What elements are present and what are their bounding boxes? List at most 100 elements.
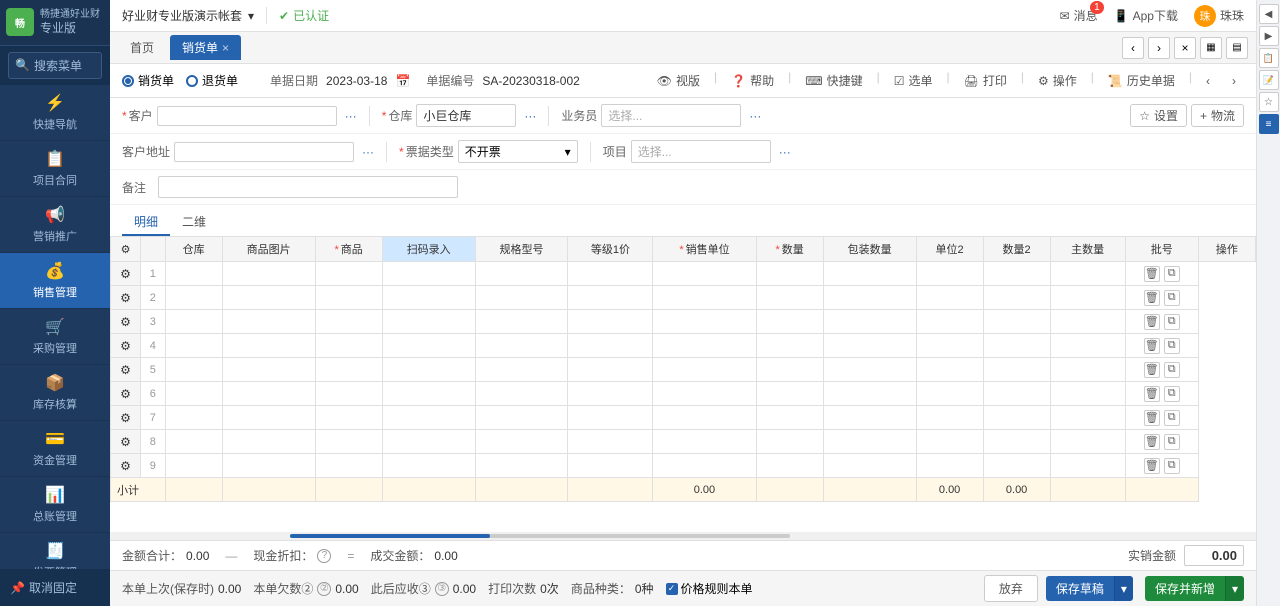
row-delete-button[interactable]: 🗑: [1144, 290, 1160, 306]
cell[interactable]: [823, 262, 916, 286]
cell[interactable]: [1050, 430, 1125, 454]
tab-home[interactable]: 首页: [118, 35, 166, 60]
cell[interactable]: [653, 382, 756, 406]
price-rule-checkbox[interactable]: ✓ 价格规则本单: [666, 580, 753, 597]
cell[interactable]: [165, 310, 222, 334]
cell[interactable]: [756, 382, 823, 406]
cell[interactable]: [756, 454, 823, 478]
setup-button[interactable]: ☆ 设置: [1130, 104, 1187, 127]
cell[interactable]: [653, 286, 756, 310]
cell[interactable]: [165, 406, 222, 430]
logistics-button[interactable]: + 物流: [1191, 104, 1244, 127]
cell[interactable]: [315, 382, 382, 406]
calendar-icon[interactable]: 📅: [395, 74, 410, 88]
sidebar-item-quick-nav[interactable]: ⚡ 快捷导航: [0, 85, 110, 141]
save-draft-dropdown[interactable]: ▾: [1114, 576, 1133, 601]
cell[interactable]: [653, 406, 756, 430]
discount-info-icon[interactable]: ?: [317, 549, 331, 563]
row-gear-cell[interactable]: ⚙: [111, 310, 141, 334]
row-gear-cell[interactable]: ⚙: [111, 382, 141, 406]
scrollbar-thumb[interactable]: [290, 534, 490, 538]
row-copy-button[interactable]: ⧉: [1164, 266, 1180, 282]
cell[interactable]: [382, 406, 475, 430]
right-btn-6[interactable]: ≡: [1259, 114, 1279, 134]
right-btn-4[interactable]: 📝: [1259, 70, 1279, 90]
note-input[interactable]: [158, 176, 458, 198]
cell[interactable]: [756, 406, 823, 430]
cell[interactable]: [823, 406, 916, 430]
sidebar-item-finance[interactable]: 💳 资金管理: [0, 421, 110, 477]
cell[interactable]: [983, 406, 1050, 430]
save-new-dropdown[interactable]: ▾: [1225, 576, 1244, 601]
cell[interactable]: [568, 358, 653, 382]
cell[interactable]: [1050, 358, 1125, 382]
cell[interactable]: [756, 286, 823, 310]
cell[interactable]: [315, 286, 382, 310]
cell[interactable]: [475, 382, 568, 406]
pending-info-icon[interactable]: ③: [435, 582, 449, 596]
cell[interactable]: [916, 430, 983, 454]
cell[interactable]: [315, 454, 382, 478]
cell[interactable]: [222, 382, 315, 406]
cell[interactable]: [315, 334, 382, 358]
col-qty[interactable]: 数量: [756, 237, 823, 262]
customer-select-dots[interactable]: ···: [345, 109, 357, 123]
cell[interactable]: [382, 262, 475, 286]
cell[interactable]: [165, 382, 222, 406]
row-copy-button[interactable]: ⧉: [1164, 290, 1180, 306]
cell[interactable]: [823, 334, 916, 358]
cell[interactable]: [823, 382, 916, 406]
cell[interactable]: [222, 454, 315, 478]
right-btn-3[interactable]: 📋: [1259, 48, 1279, 68]
sidebar-item-project[interactable]: 📋 项目合同: [0, 141, 110, 197]
cell[interactable]: [222, 310, 315, 334]
cell[interactable]: [222, 262, 315, 286]
staff-select-dots[interactable]: ···: [749, 109, 761, 123]
action-operate-btn[interactable]: ⚙ 操作: [1030, 70, 1085, 91]
action-view-btn[interactable]: 👁 视版: [649, 70, 708, 91]
horizontal-scrollbar[interactable]: [110, 532, 1256, 540]
sidebar-item-invoice[interactable]: 🧾 发票管理: [0, 533, 110, 569]
sidebar-item-ledger[interactable]: 📊 总账管理: [0, 477, 110, 533]
warehouse-input[interactable]: 小巨仓库: [416, 104, 516, 127]
cell[interactable]: [983, 430, 1050, 454]
unpin-button[interactable]: 📌 取消固定: [6, 575, 104, 600]
right-btn-2[interactable]: ▶: [1259, 26, 1279, 46]
tab-prev-button[interactable]: ‹: [1122, 37, 1144, 59]
row-gear-cell[interactable]: ⚙: [111, 286, 141, 310]
cell[interactable]: [756, 358, 823, 382]
right-btn-5[interactable]: ☆: [1259, 92, 1279, 112]
cell[interactable]: [1050, 310, 1125, 334]
arrears-info-icon[interactable]: ②: [317, 582, 331, 596]
cell[interactable]: [222, 358, 315, 382]
sidebar-item-sales[interactable]: 💰 销售管理: [0, 253, 110, 309]
action-history-btn[interactable]: 📜 历史单据: [1100, 70, 1183, 91]
sidebar-item-inventory[interactable]: 📦 库存核算: [0, 365, 110, 421]
cell[interactable]: [382, 358, 475, 382]
sidebar-item-marketing[interactable]: 📢 营销推广: [0, 197, 110, 253]
cell[interactable]: [568, 262, 653, 286]
save-draft-button[interactable]: 保存草稿: [1046, 576, 1114, 601]
project-select-dots[interactable]: ···: [779, 145, 791, 159]
cell[interactable]: [756, 430, 823, 454]
tab-grid1-button[interactable]: ▦: [1200, 37, 1222, 59]
cell[interactable]: [653, 334, 756, 358]
cell[interactable]: [916, 358, 983, 382]
cell[interactable]: [475, 310, 568, 334]
tab-sales-order[interactable]: 销货单 ×: [170, 35, 241, 60]
cell[interactable]: [382, 286, 475, 310]
cell[interactable]: [475, 358, 568, 382]
cell[interactable]: [165, 454, 222, 478]
row-gear-cell[interactable]: ⚙: [111, 406, 141, 430]
tab-next-button[interactable]: ›: [1148, 37, 1170, 59]
cell[interactable]: [382, 430, 475, 454]
row-gear-cell[interactable]: ⚙: [111, 262, 141, 286]
tab-close-icon[interactable]: ×: [222, 41, 229, 55]
cell[interactable]: [568, 334, 653, 358]
cell[interactable]: [1050, 382, 1125, 406]
row-copy-button[interactable]: ⧉: [1164, 458, 1180, 474]
col-goods[interactable]: 商品: [315, 237, 382, 262]
row-delete-button[interactable]: 🗑: [1144, 314, 1160, 330]
action-help-btn[interactable]: ❓ 帮助: [723, 70, 782, 91]
message-button[interactable]: ✉ 消息 1: [1060, 7, 1098, 24]
